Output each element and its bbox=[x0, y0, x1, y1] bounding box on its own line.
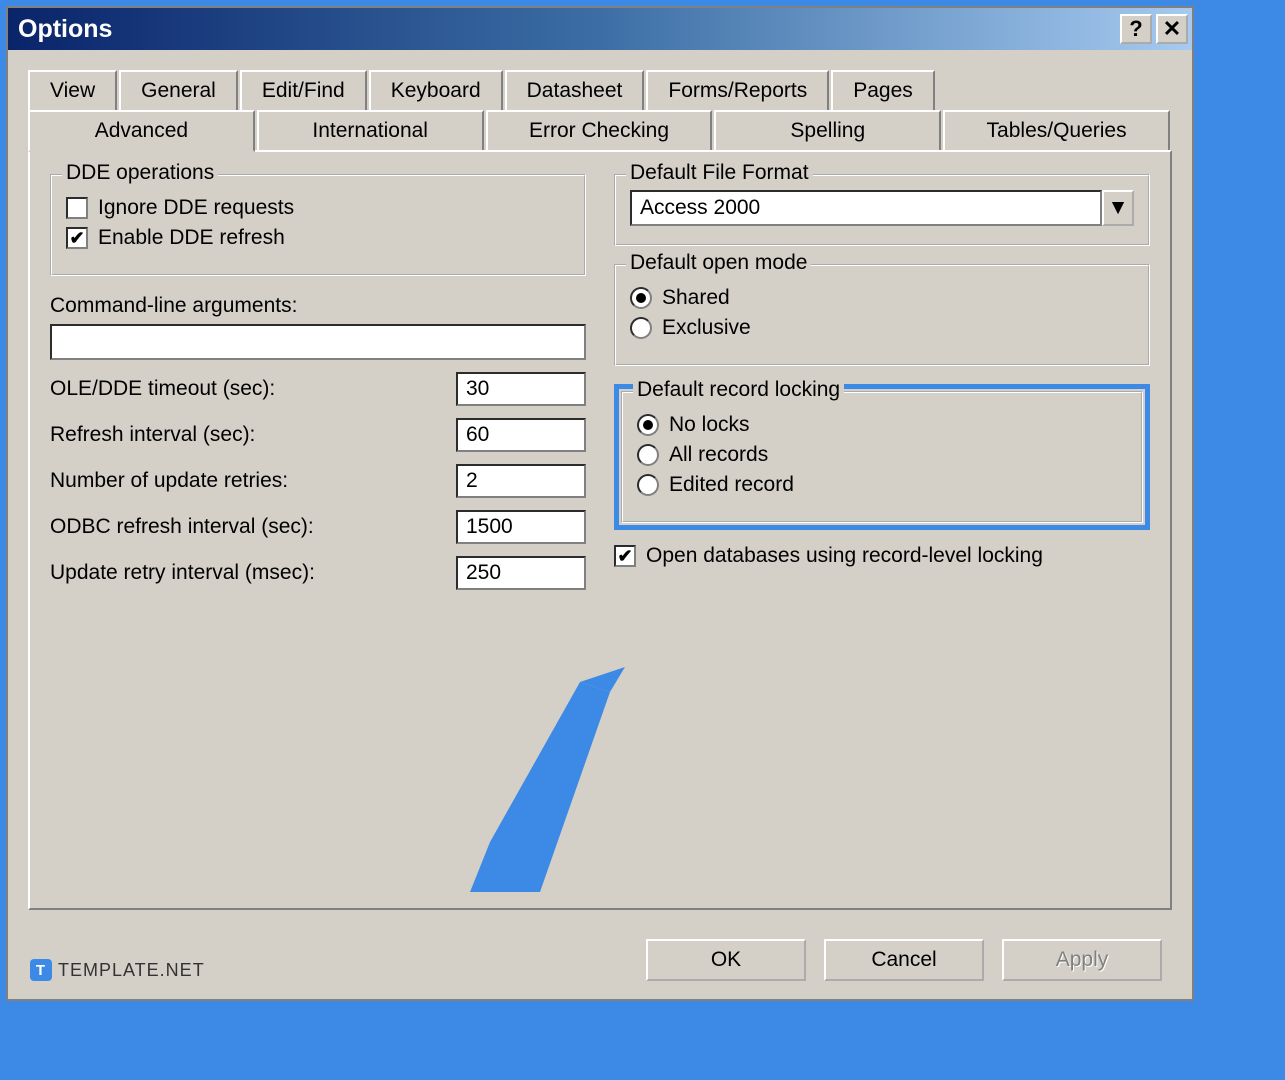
tab-strip: View General Edit/Find Keyboard Datashee… bbox=[28, 70, 1172, 150]
dropdown-file-format-value: Access 2000 bbox=[630, 190, 1102, 226]
options-dialog: Options ? ✕ View General Edit/Find Keybo… bbox=[6, 6, 1194, 1001]
group-dde-title: DDE operations bbox=[62, 161, 218, 185]
tab-view[interactable]: View bbox=[28, 70, 117, 110]
tab-pages[interactable]: Pages bbox=[831, 70, 935, 110]
group-record-locking: Default record locking No locks All reco… bbox=[621, 391, 1143, 523]
label-exclusive: Exclusive bbox=[662, 316, 751, 340]
label-ignore-dde: Ignore DDE requests bbox=[98, 196, 294, 220]
watermark-text: TEMPLATE.NET bbox=[58, 960, 205, 981]
tab-international[interactable]: International bbox=[257, 110, 484, 150]
watermark-icon: T bbox=[30, 959, 52, 981]
label-refresh-interval: Refresh interval (sec): bbox=[50, 423, 456, 447]
close-button[interactable]: ✕ bbox=[1156, 14, 1188, 44]
group-dde-operations: DDE operations Ignore DDE requests ✔ Ena… bbox=[50, 174, 586, 276]
label-edited-record: Edited record bbox=[669, 473, 794, 497]
group-open-mode: Default open mode Shared Exclusive bbox=[614, 264, 1150, 366]
radio-shared[interactable] bbox=[630, 287, 652, 309]
label-update-retries: Number of update retries: bbox=[50, 469, 456, 493]
input-ole-timeout[interactable] bbox=[456, 372, 586, 406]
input-refresh-interval[interactable] bbox=[456, 418, 586, 452]
tab-panel-advanced: DDE operations Ignore DDE requests ✔ Ena… bbox=[28, 150, 1172, 910]
highlight-annotation: Default record locking No locks All reco… bbox=[614, 384, 1150, 530]
label-shared: Shared bbox=[662, 286, 730, 310]
tab-keyboard[interactable]: Keyboard bbox=[369, 70, 503, 110]
chevron-down-icon: ▼ bbox=[1108, 196, 1129, 220]
tab-advanced[interactable]: Advanced bbox=[28, 110, 255, 152]
group-file-format: Default File Format Access 2000 ▼ bbox=[614, 174, 1150, 246]
tab-datasheet[interactable]: Datasheet bbox=[505, 70, 645, 110]
group-open-mode-title: Default open mode bbox=[626, 251, 811, 275]
checkbox-enable-dde[interactable]: ✔ bbox=[66, 227, 88, 249]
arrow-annotation-icon bbox=[440, 662, 640, 912]
window-title: Options bbox=[18, 15, 112, 44]
checkbox-record-level-lock[interactable]: ✔ bbox=[614, 545, 636, 567]
input-retry-interval[interactable] bbox=[456, 556, 586, 590]
cancel-button[interactable]: Cancel bbox=[824, 939, 984, 981]
radio-exclusive[interactable] bbox=[630, 317, 652, 339]
watermark: T TEMPLATE.NET bbox=[30, 959, 205, 981]
checkbox-ignore-dde[interactable] bbox=[66, 197, 88, 219]
tab-forms-reports[interactable]: Forms/Reports bbox=[646, 70, 829, 110]
radio-no-locks[interactable] bbox=[637, 414, 659, 436]
label-record-level-lock: Open databases using record-level lockin… bbox=[646, 544, 1043, 568]
label-retry-interval: Update retry interval (msec): bbox=[50, 561, 456, 585]
label-odbc-refresh: ODBC refresh interval (sec): bbox=[50, 515, 456, 539]
group-record-locking-title: Default record locking bbox=[633, 378, 844, 402]
label-cmdline: Command-line arguments: bbox=[50, 294, 586, 318]
close-icon: ✕ bbox=[1163, 16, 1181, 42]
input-update-retries[interactable] bbox=[456, 464, 586, 498]
label-no-locks: No locks bbox=[669, 413, 750, 437]
apply-button[interactable]: Apply bbox=[1002, 939, 1162, 981]
dropdown-file-format[interactable]: Access 2000 ▼ bbox=[630, 190, 1134, 226]
dialog-buttons: OK Cancel Apply bbox=[646, 939, 1162, 981]
input-cmdline[interactable] bbox=[50, 324, 586, 360]
ok-button[interactable]: OK bbox=[646, 939, 806, 981]
group-file-format-title: Default File Format bbox=[626, 161, 813, 185]
label-all-records: All records bbox=[669, 443, 768, 467]
tab-error-checking[interactable]: Error Checking bbox=[486, 110, 713, 150]
tab-edit-find[interactable]: Edit/Find bbox=[240, 70, 367, 110]
help-button[interactable]: ? bbox=[1120, 14, 1152, 44]
input-odbc-refresh[interactable] bbox=[456, 510, 586, 544]
radio-edited-record[interactable] bbox=[637, 474, 659, 496]
titlebar: Options ? ✕ bbox=[8, 8, 1192, 50]
dropdown-file-format-button[interactable]: ▼ bbox=[1102, 190, 1134, 226]
label-ole-timeout: OLE/DDE timeout (sec): bbox=[50, 377, 456, 401]
tab-spelling[interactable]: Spelling bbox=[714, 110, 941, 150]
help-icon: ? bbox=[1129, 16, 1142, 42]
radio-all-records[interactable] bbox=[637, 444, 659, 466]
tab-tables-queries[interactable]: Tables/Queries bbox=[943, 110, 1170, 150]
tab-general[interactable]: General bbox=[119, 70, 238, 110]
label-enable-dde: Enable DDE refresh bbox=[98, 226, 285, 250]
